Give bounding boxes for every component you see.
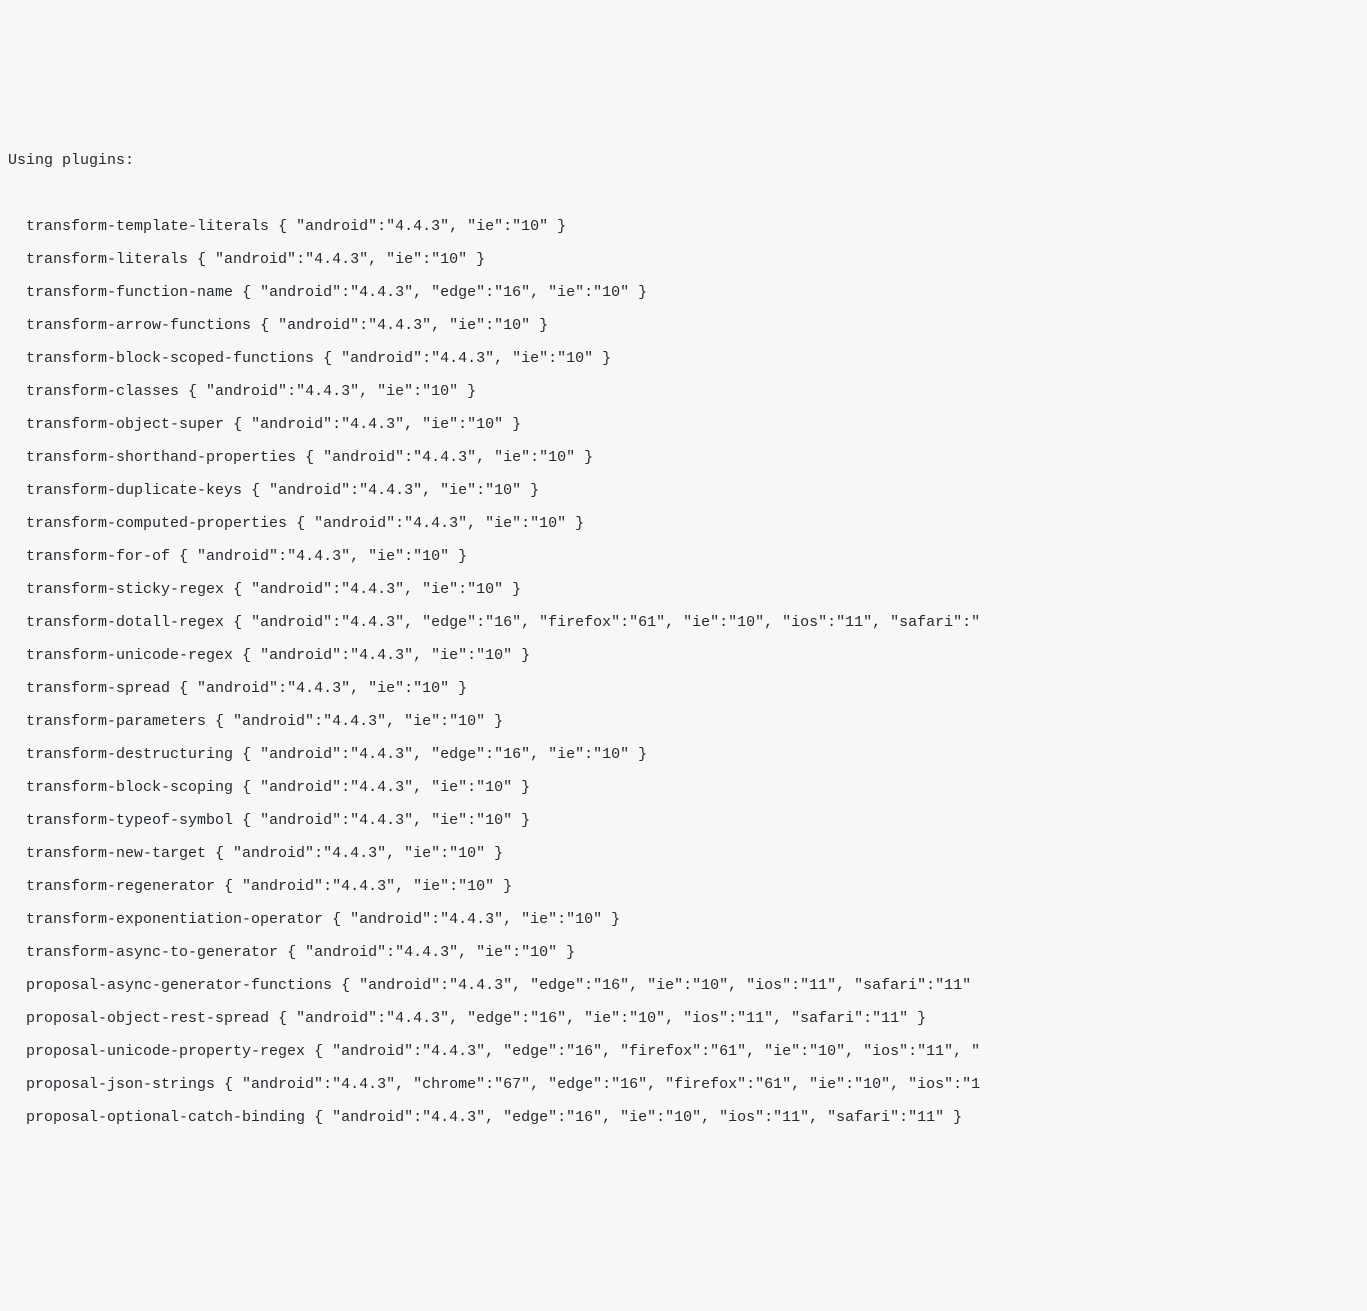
plugin-targets: { "android":"4.4.3", "edge":"16", "firef…: [314, 1043, 980, 1060]
plugin-name: transform-template-literals: [26, 218, 269, 235]
plugin-name: transform-block-scoped-functions: [26, 350, 314, 367]
plugin-name: transform-function-name: [26, 284, 233, 301]
plugin-line: transform-regenerator { "android":"4.4.3…: [8, 870, 1359, 903]
header-line: Using plugins:: [8, 144, 1359, 177]
plugin-targets: { "android":"4.4.3", "edge":"16", "ie":"…: [242, 746, 647, 763]
plugin-line: transform-shorthand-properties { "androi…: [8, 441, 1359, 474]
plugin-line: proposal-async-generator-functions { "an…: [8, 969, 1359, 1002]
plugin-line: transform-duplicate-keys { "android":"4.…: [8, 474, 1359, 507]
plugin-targets: { "android":"4.4.3", "ie":"10" }: [179, 548, 467, 565]
plugin-line: transform-computed-properties { "android…: [8, 507, 1359, 540]
plugin-line: transform-object-super { "android":"4.4.…: [8, 408, 1359, 441]
plugin-targets: { "android":"4.4.3", "ie":"10" }: [323, 350, 611, 367]
plugin-targets: { "android":"4.4.3", "chrome":"67", "edg…: [224, 1076, 980, 1093]
plugin-targets: { "android":"4.4.3", "ie":"10" }: [332, 911, 620, 928]
plugin-line: transform-sticky-regex { "android":"4.4.…: [8, 573, 1359, 606]
plugin-name: transform-literals: [26, 251, 188, 268]
plugin-targets: { "android":"4.4.3", "edge":"16", "ie":"…: [341, 977, 971, 994]
plugin-line: transform-classes { "android":"4.4.3", "…: [8, 375, 1359, 408]
plugin-line: transform-parameters { "android":"4.4.3"…: [8, 705, 1359, 738]
plugin-targets: { "android":"4.4.3", "ie":"10" }: [233, 416, 521, 433]
plugin-name: proposal-optional-catch-binding: [26, 1109, 305, 1126]
plugin-name: transform-exponentiation-operator: [26, 911, 323, 928]
plugin-name: transform-destructuring: [26, 746, 233, 763]
plugin-line: proposal-optional-catch-binding { "andro…: [8, 1101, 1359, 1134]
plugin-name: proposal-object-rest-spread: [26, 1010, 269, 1027]
plugin-line: transform-spread { "android":"4.4.3", "i…: [8, 672, 1359, 705]
plugin-line: transform-template-literals { "android":…: [8, 210, 1359, 243]
plugin-line: proposal-object-rest-spread { "android":…: [8, 1002, 1359, 1035]
plugin-targets: { "android":"4.4.3", "ie":"10" }: [242, 812, 530, 829]
plugin-targets: { "android":"4.4.3", "ie":"10" }: [251, 482, 539, 499]
plugin-name: transform-arrow-functions: [26, 317, 251, 334]
plugin-line: transform-destructuring { "android":"4.4…: [8, 738, 1359, 771]
plugin-line: transform-function-name { "android":"4.4…: [8, 276, 1359, 309]
plugin-name: proposal-json-strings: [26, 1076, 215, 1093]
plugin-targets: { "android":"4.4.3", "ie":"10" }: [197, 251, 485, 268]
plugin-name: transform-new-target: [26, 845, 206, 862]
plugin-targets: { "android":"4.4.3", "ie":"10" }: [305, 449, 593, 466]
plugin-targets: { "android":"4.4.3", "edge":"16", "firef…: [233, 614, 980, 631]
plugin-targets: { "android":"4.4.3", "ie":"10" }: [215, 845, 503, 862]
plugin-line: transform-new-target { "android":"4.4.3"…: [8, 837, 1359, 870]
plugin-targets: { "android":"4.4.3", "ie":"10" }: [260, 317, 548, 334]
plugin-targets: { "android":"4.4.3", "edge":"16", "ie":"…: [278, 1010, 926, 1027]
plugin-targets: { "android":"4.4.3", "ie":"10" }: [242, 647, 530, 664]
plugin-line: transform-literals { "android":"4.4.3", …: [8, 243, 1359, 276]
plugin-targets: { "android":"4.4.3", "ie":"10" }: [296, 515, 584, 532]
plugin-name: transform-for-of: [26, 548, 170, 565]
plugin-line: proposal-unicode-property-regex { "andro…: [8, 1035, 1359, 1068]
plugin-name: transform-unicode-regex: [26, 647, 233, 664]
plugin-targets: { "android":"4.4.3", "ie":"10" }: [287, 944, 575, 961]
plugin-name: transform-shorthand-properties: [26, 449, 296, 466]
plugin-name: transform-async-to-generator: [26, 944, 278, 961]
plugin-targets: { "android":"4.4.3", "ie":"10" }: [179, 680, 467, 697]
plugin-name: transform-sticky-regex: [26, 581, 224, 598]
plugin-targets: { "android":"4.4.3", "edge":"16", "ie":"…: [242, 284, 647, 301]
plugin-name: proposal-unicode-property-regex: [26, 1043, 305, 1060]
plugin-name: transform-regenerator: [26, 878, 215, 895]
plugin-name: transform-spread: [26, 680, 170, 697]
plugin-line: proposal-json-strings { "android":"4.4.3…: [8, 1068, 1359, 1101]
plugin-line: transform-unicode-regex { "android":"4.4…: [8, 639, 1359, 672]
plugin-list: transform-template-literals { "android":…: [8, 210, 1359, 1134]
plugin-targets: { "android":"4.4.3", "ie":"10" }: [242, 779, 530, 796]
plugin-name: transform-duplicate-keys: [26, 482, 242, 499]
plugin-name: transform-dotall-regex: [26, 614, 224, 631]
plugin-line: transform-block-scoped-functions { "andr…: [8, 342, 1359, 375]
plugin-line: transform-arrow-functions { "android":"4…: [8, 309, 1359, 342]
plugin-name: transform-typeof-symbol: [26, 812, 233, 829]
plugin-line: transform-dotall-regex { "android":"4.4.…: [8, 606, 1359, 639]
plugin-targets: { "android":"4.4.3", "ie":"10" }: [215, 713, 503, 730]
plugin-name: transform-block-scoping: [26, 779, 233, 796]
plugin-targets: { "android":"4.4.3", "ie":"10" }: [233, 581, 521, 598]
plugin-targets: { "android":"4.4.3", "ie":"10" }: [278, 218, 566, 235]
plugin-name: transform-classes: [26, 383, 179, 400]
plugin-targets: { "android":"4.4.3", "ie":"10" }: [224, 878, 512, 895]
plugin-targets: { "android":"4.4.3", "edge":"16", "ie":"…: [314, 1109, 962, 1126]
plugin-name: transform-parameters: [26, 713, 206, 730]
plugin-name: proposal-async-generator-functions: [26, 977, 332, 994]
plugin-line: transform-async-to-generator { "android"…: [8, 936, 1359, 969]
plugin-name: transform-computed-properties: [26, 515, 287, 532]
plugin-name: transform-object-super: [26, 416, 224, 433]
plugin-line: transform-exponentiation-operator { "and…: [8, 903, 1359, 936]
plugin-targets: { "android":"4.4.3", "ie":"10" }: [188, 383, 476, 400]
plugin-line: transform-block-scoping { "android":"4.4…: [8, 771, 1359, 804]
plugin-line: transform-typeof-symbol { "android":"4.4…: [8, 804, 1359, 837]
plugin-line: transform-for-of { "android":"4.4.3", "i…: [8, 540, 1359, 573]
